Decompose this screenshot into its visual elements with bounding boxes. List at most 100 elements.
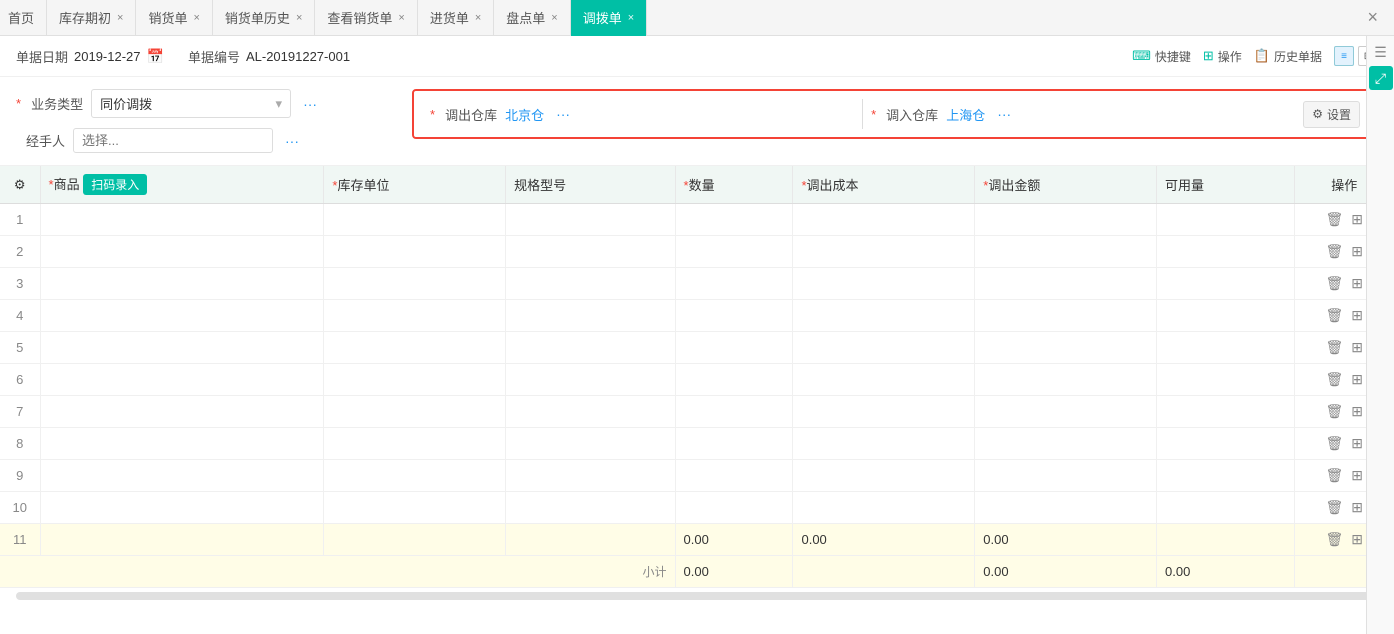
row-1-available[interactable] [1157, 204, 1294, 236]
row-1-unit[interactable] [324, 204, 506, 236]
window-close-button[interactable]: × [1359, 7, 1386, 28]
row-1-spec[interactable] [506, 204, 675, 236]
delete-icon-9[interactable]: 🗑 [1325, 467, 1343, 484]
bottom-scrollbar[interactable] [16, 592, 1378, 600]
copy-icon-9[interactable]: ⊞ [1351, 467, 1363, 484]
delete-icon-2[interactable]: 🗑 [1325, 243, 1343, 260]
doc-field: 单据编号 AL-20191227-001 [188, 47, 350, 66]
copy-icon-4[interactable]: ⊞ [1351, 307, 1363, 324]
row-1-cost[interactable] [793, 204, 975, 236]
delete-icon-3[interactable]: 🗑 [1325, 275, 1343, 292]
transfer-in-more[interactable]: ··· [993, 104, 1015, 124]
row-1-amount[interactable] [975, 204, 1157, 236]
row-3-product[interactable] [40, 268, 324, 300]
tab-sales[interactable]: 销货单 × [136, 0, 212, 36]
transfer-out-more[interactable]: ··· [552, 104, 574, 124]
delete-icon-6[interactable]: 🗑 [1325, 371, 1343, 388]
tab-close-sales-history[interactable]: × [296, 12, 302, 24]
layout-icon-list[interactable]: ≡ [1334, 46, 1354, 66]
copy-icon-10[interactable]: ⊞ [1351, 499, 1363, 516]
tab-purchase[interactable]: 进货单 × [418, 0, 494, 36]
row-2-cost[interactable] [793, 236, 975, 268]
row-num-7: 7 [0, 396, 40, 428]
history-action[interactable]: 📋 历史单据 [1254, 48, 1322, 65]
row-2-spec[interactable] [506, 236, 675, 268]
operation-action[interactable]: ⊞ 操作 [1203, 48, 1242, 65]
row-1-qty[interactable] [675, 204, 793, 236]
row-2-amount[interactable] [975, 236, 1157, 268]
table-row: 10 🗑⊞ [0, 492, 1394, 524]
doc-value: AL-20191227-001 [246, 49, 350, 64]
tab-inventory-init[interactable]: 库存期初 × [47, 0, 136, 36]
copy-icon-3[interactable]: ⊞ [1351, 275, 1363, 292]
copy-icon-2[interactable]: ⊞ [1351, 243, 1363, 260]
col-amount: *调出金额 [975, 166, 1157, 204]
handler-more[interactable]: ··· [281, 131, 303, 151]
table-row: 6 🗑⊞ [0, 364, 1394, 396]
subtotal-label-row: 小计 0.00 0.00 0.00 [0, 556, 1394, 588]
subtotal-label-text: 小计 [0, 556, 675, 588]
transfer-out-value: 北京仓 [505, 105, 544, 124]
tab-sales-history[interactable]: 销货单历史 × [213, 0, 315, 36]
tab-close-inventory-init[interactable]: × [117, 12, 123, 24]
row-num-1: 1 [0, 204, 40, 236]
scan-button[interactable]: 扫码录入 [83, 174, 147, 195]
col-product: *商品 扫码录入 [40, 166, 324, 204]
tab-close-stocktake[interactable]: × [551, 12, 557, 24]
copy-icon-5[interactable]: ⊞ [1351, 339, 1363, 356]
col-cost: *调出成本 [793, 166, 975, 204]
tab-home[interactable]: 首页 [8, 0, 47, 36]
date-label: 单据日期 [16, 47, 68, 66]
tab-label-purchase: 进货单 [430, 8, 469, 27]
operation-icon: ⊞ [1203, 48, 1214, 64]
settings-gear-icon: ⚙ [1312, 107, 1323, 121]
main-container: 单据日期 2019-12-27 📅 单据编号 AL-20191227-001 ⌨… [0, 36, 1394, 634]
tab-view-sales[interactable]: 查看销货单 × [315, 0, 417, 36]
delete-icon-10[interactable]: 🗑 [1325, 499, 1343, 516]
shortcut-action[interactable]: ⌨ 快捷键 [1132, 48, 1191, 65]
row-num-4: 4 [0, 300, 40, 332]
tab-close-transfer[interactable]: × [628, 12, 634, 24]
transfer-in-label: 调入仓库 [886, 105, 938, 124]
delete-icon-5[interactable]: 🗑 [1325, 339, 1343, 356]
col-gear[interactable]: ⚙ [0, 166, 40, 204]
delete-icon-4[interactable]: 🗑 [1325, 307, 1343, 324]
delete-icon-1[interactable]: 🗑 [1325, 211, 1343, 228]
table-header-row: ⚙ *商品 扫码录入 *库存单位 规格型号 *数量 *调出成本 *调出金额 可用… [0, 166, 1394, 204]
calendar-icon[interactable]: 📅 [147, 48, 164, 65]
delete-icon-11[interactable]: 🗑 [1325, 531, 1343, 548]
tab-stocktake[interactable]: 盘点单 × [494, 0, 570, 36]
row-num-11: 11 [0, 524, 40, 556]
main-table: ⚙ *商品 扫码录入 *库存单位 规格型号 *数量 *调出成本 *调出金额 可用… [0, 166, 1394, 588]
tab-close-view-sales[interactable]: × [398, 12, 404, 24]
row-1-product[interactable] [40, 204, 324, 236]
tab-transfer[interactable]: 调拨单 × [571, 0, 647, 36]
subtotal-cost: 0.00 [793, 524, 975, 556]
row-2-unit[interactable] [324, 236, 506, 268]
warehouse-divider [862, 99, 863, 129]
handler-input[interactable] [73, 128, 273, 153]
sidebar-list-icon[interactable]: ☰ [1369, 40, 1393, 64]
table-subtotal-row: 11 0.00 0.00 0.00 🗑⊞ [0, 524, 1394, 556]
copy-icon-11[interactable]: ⊞ [1351, 531, 1363, 548]
row-num-5: 5 [0, 332, 40, 364]
delete-icon-8[interactable]: 🗑 [1325, 435, 1343, 452]
row-2-available[interactable] [1157, 236, 1294, 268]
row-2-qty[interactable] [675, 236, 793, 268]
tab-close-sales[interactable]: × [193, 12, 199, 24]
delete-icon-7[interactable]: 🗑 [1325, 403, 1343, 420]
settings-button[interactable]: ⚙ 设置 [1303, 101, 1360, 128]
subtotal-qty-2: 0.00 [675, 556, 793, 588]
table-row: 1 🗑 ⊞ [0, 204, 1394, 236]
tab-label-sales: 销货单 [148, 8, 187, 27]
row-2-product[interactable] [40, 236, 324, 268]
copy-icon-7[interactable]: ⊞ [1351, 403, 1363, 420]
copy-icon-6[interactable]: ⊞ [1351, 371, 1363, 388]
business-type-select[interactable]: 同价调拨 ▾ [91, 89, 291, 118]
sidebar-expand-icon[interactable]: ⤢ [1369, 66, 1393, 90]
copy-icon-8[interactable]: ⊞ [1351, 435, 1363, 452]
tab-close-purchase[interactable]: × [475, 12, 481, 24]
business-type-more[interactable]: ··· [299, 94, 321, 114]
copy-icon-1[interactable]: ⊞ [1351, 211, 1363, 228]
warehouse-section: * 调出仓库 北京仓 ··· * 调入仓库 上海仓 ··· ⚙ 设置 [412, 89, 1378, 139]
